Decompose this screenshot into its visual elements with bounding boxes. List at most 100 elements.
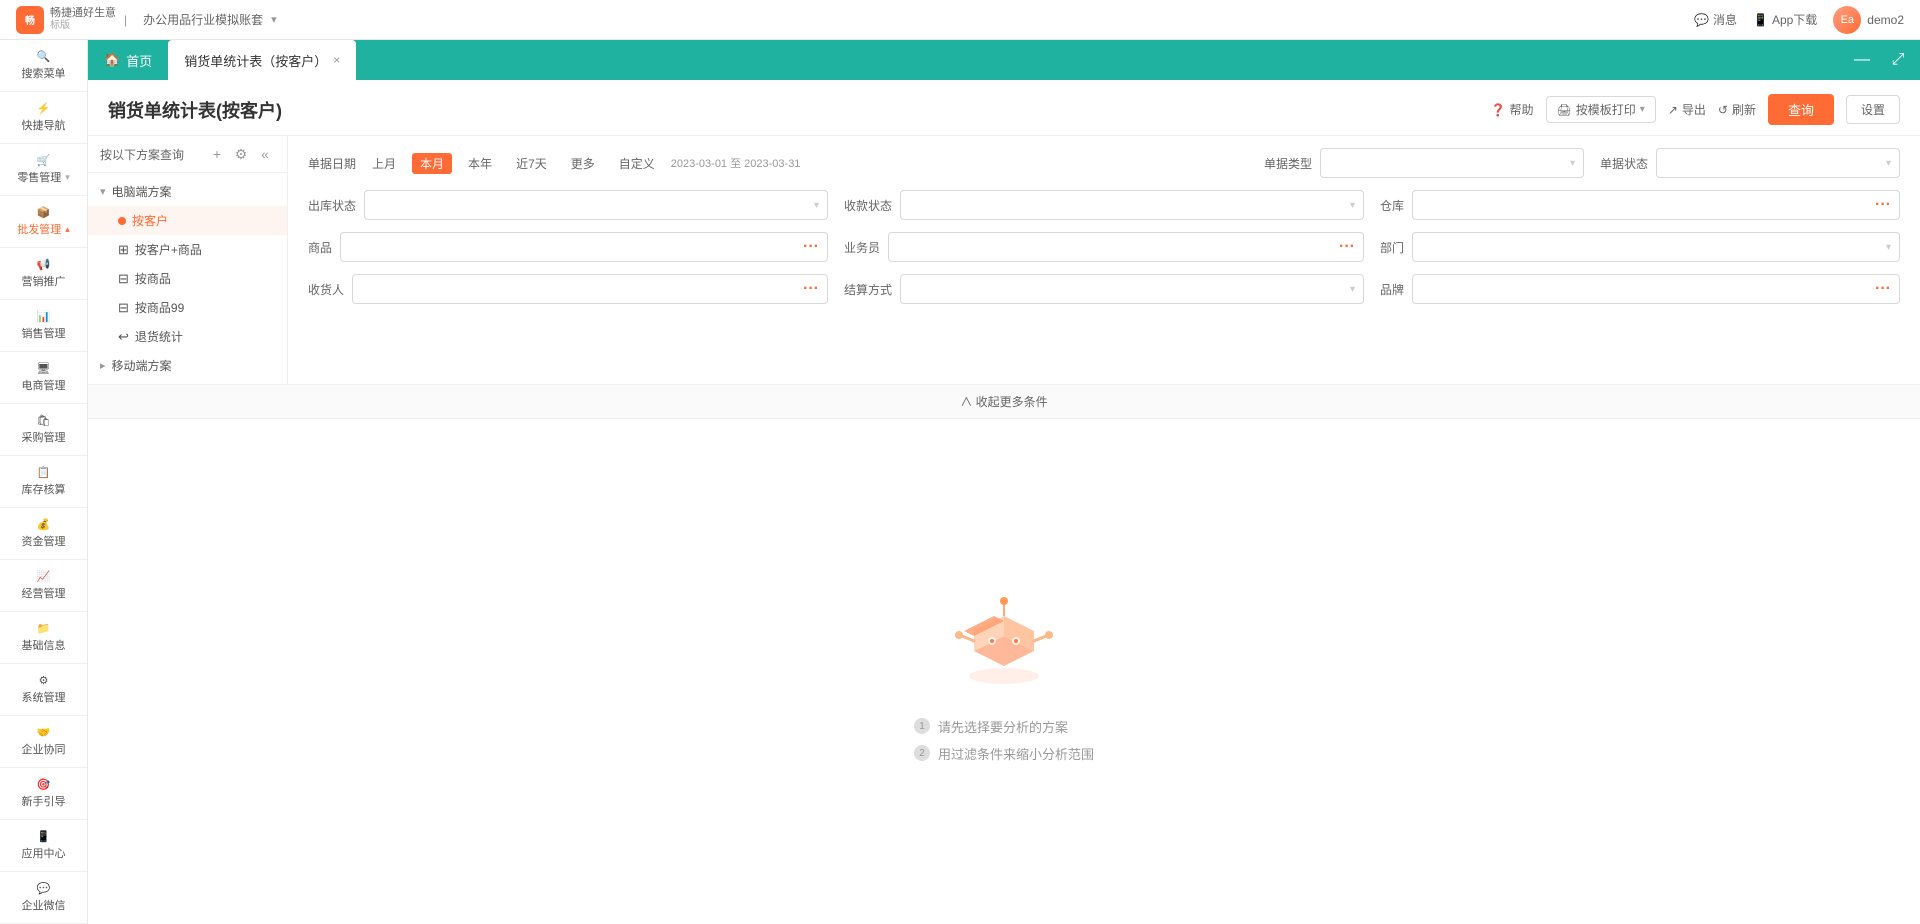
- wholesale-icon: 📦: [37, 206, 51, 219]
- sidebar-section-inventory: 📋 库存核算: [0, 456, 87, 508]
- tab-active[interactable]: 销货单统计表（按客户） ×: [168, 40, 356, 80]
- settle-dropdown-icon: ▾: [1350, 284, 1355, 295]
- sidebar-item-retail[interactable]: 🛒 零售管理▾: [0, 144, 87, 195]
- goods-select[interactable]: ···: [340, 232, 828, 262]
- scheme-item-customer-goods[interactable]: ⊞ 按客户+商品: [88, 235, 287, 264]
- sidebar-item-purchase[interactable]: 🛍 采购管理: [0, 404, 87, 455]
- date-btn-more[interactable]: 更多: [563, 153, 603, 174]
- retail-icon: 🛒: [37, 154, 51, 167]
- receiver-select[interactable]: ···: [352, 274, 828, 304]
- sidebar-item-sales[interactable]: 📊 销售管理: [0, 300, 87, 351]
- scheme-add-button[interactable]: +: [207, 144, 227, 164]
- print-icon: 🖨: [1557, 103, 1572, 117]
- date-btn-7days[interactable]: 近7天: [508, 153, 555, 174]
- customer-goods-icon: ⊞: [118, 242, 129, 258]
- sidebar-item-label: 应用中心: [22, 845, 66, 861]
- message-button[interactable]: 💬 消息: [1694, 11, 1737, 28]
- date-btn-lastmonth[interactable]: 上月: [364, 153, 404, 174]
- sidebar-item-ecommerce[interactable]: 🖥 电商管理: [0, 352, 87, 403]
- brand-input[interactable]: [1421, 282, 1871, 296]
- settle-select[interactable]: ▾: [900, 274, 1364, 304]
- help-button[interactable]: ❓ 帮助: [1491, 101, 1534, 118]
- receive-status-dropdown-icon: ▾: [1350, 200, 1355, 211]
- scheme-item-by-customer[interactable]: 按客户: [88, 206, 287, 235]
- tab-minimize-button[interactable]: —: [1848, 46, 1876, 74]
- sidebar-item-newbie[interactable]: 🎯 新手引导: [0, 768, 87, 819]
- collaboration-icon: 🤝: [37, 726, 51, 739]
- empty-icon-area: [944, 581, 1064, 701]
- sidebar-item-collaboration[interactable]: 🤝 企业协同: [0, 716, 87, 767]
- sidebar-item-finance[interactable]: 💰 资金管理: [0, 508, 87, 559]
- query-button[interactable]: 查询: [1768, 94, 1834, 125]
- scheme-item-by-goods[interactable]: ⊟ 按商品: [88, 264, 287, 293]
- receiver-input[interactable]: [361, 282, 799, 296]
- receiver-dots[interactable]: ···: [803, 280, 819, 298]
- workspace-dropdown-icon[interactable]: ▾: [271, 13, 277, 26]
- template-print-button[interactable]: 🖨 按模板打印 ▾: [1546, 96, 1656, 123]
- date-btn-custom[interactable]: 自定义: [611, 153, 663, 174]
- status-input[interactable]: [1665, 156, 1882, 170]
- status-select[interactable]: ▾: [1656, 148, 1900, 178]
- department-select[interactable]: ▾: [1412, 232, 1900, 262]
- tab-close-button[interactable]: ×: [333, 53, 340, 67]
- refresh-button[interactable]: ↺ 刷新: [1718, 101, 1756, 118]
- sidebar-item-app-center[interactable]: 📱 应用中心: [0, 820, 87, 871]
- warehouse-select[interactable]: ···: [1412, 190, 1900, 220]
- scheme-settings-button[interactable]: ⚙: [231, 144, 251, 164]
- scheme-group-mobile-header[interactable]: ▸ 移动端方案: [88, 351, 287, 380]
- warehouse-dots[interactable]: ···: [1875, 196, 1891, 214]
- goods-input[interactable]: [349, 240, 799, 254]
- finance-icon: 💰: [37, 518, 51, 531]
- sidebar-item-basic-info[interactable]: 📁 基础信息: [0, 612, 87, 663]
- sidebar-item-operations[interactable]: 📈 经营管理: [0, 560, 87, 611]
- sidebar-item-system[interactable]: ⚙ 系统管理: [0, 664, 87, 715]
- tab-home[interactable]: 🏠 首页: [88, 40, 168, 80]
- date-btn-thisyear[interactable]: 本年: [460, 153, 500, 174]
- settings-button[interactable]: 设置: [1846, 95, 1900, 124]
- sidebar-item-label: 搜索菜单: [22, 65, 66, 81]
- warehouse-input[interactable]: [1421, 198, 1871, 212]
- out-status-input[interactable]: [373, 198, 810, 212]
- export-button[interactable]: ↗ 导出: [1668, 101, 1706, 118]
- sidebar-section-marketing: 📢 营销推广: [0, 248, 87, 300]
- tab-bar: 🏠 首页 销货单统计表（按客户） × — ⤢: [88, 40, 1920, 80]
- sidebar-item-wechat[interactable]: 💬 企业微信: [0, 872, 87, 923]
- app-name: 畅捷通好生意 标版: [50, 7, 116, 32]
- sidebar-item-wholesale[interactable]: 📦 批发管理▴: [0, 196, 87, 247]
- goods99-icon: ⊟: [118, 300, 129, 316]
- settle-input[interactable]: [909, 282, 1346, 296]
- sidebar-item-marketing[interactable]: 📢 营销推广: [0, 248, 87, 299]
- ecommerce-icon: 🖥: [37, 362, 51, 375]
- filter-item-receive-status: 收款状态 ▾: [844, 190, 1364, 220]
- brand-control: ···: [1412, 274, 1900, 304]
- collapse-bar-label: ∧ 收起更多条件: [960, 395, 1047, 409]
- scheme-collapse-button[interactable]: «: [255, 144, 275, 164]
- type-select[interactable]: ▾: [1320, 148, 1584, 178]
- tab-maximize-button[interactable]: ⤢: [1884, 46, 1912, 74]
- scheme-item-label: 按商品99: [135, 299, 184, 316]
- date-btn-thismonth[interactable]: 本月: [412, 153, 452, 174]
- brand-dots[interactable]: ···: [1875, 280, 1891, 298]
- department-input[interactable]: [1421, 240, 1882, 254]
- salesperson-control: ···: [888, 232, 1364, 262]
- salesperson-select[interactable]: ···: [888, 232, 1364, 262]
- receive-status-select[interactable]: ▾: [900, 190, 1364, 220]
- collapse-bar[interactable]: ∧ 收起更多条件: [88, 385, 1920, 419]
- type-input[interactable]: [1329, 156, 1566, 170]
- scheme-group-desktop-header[interactable]: ▾ 电脑端方案: [88, 177, 287, 206]
- receive-status-input[interactable]: [909, 198, 1346, 212]
- sidebar-item-quicknav[interactable]: ⚡ 快捷导航: [0, 92, 87, 143]
- filter-row-4: 收货人 ··· 结算方式: [308, 274, 1900, 304]
- sidebar-item-label: 快捷导航: [22, 117, 66, 133]
- app-download-button[interactable]: 📱 App下载: [1753, 11, 1817, 28]
- user-profile-button[interactable]: Ea demo2: [1833, 6, 1904, 34]
- sidebar-item-inventory[interactable]: 📋 库存核算: [0, 456, 87, 507]
- sidebar-item-search[interactable]: 🔍 搜索菜单: [0, 40, 87, 91]
- salesperson-dots[interactable]: ···: [1339, 238, 1355, 256]
- salesperson-input[interactable]: [897, 240, 1335, 254]
- out-status-select[interactable]: ▾: [364, 190, 828, 220]
- goods-dots[interactable]: ···: [803, 238, 819, 256]
- scheme-item-return-stats[interactable]: ↩ 退货统计: [88, 322, 287, 351]
- brand-select[interactable]: ···: [1412, 274, 1900, 304]
- scheme-item-goods99[interactable]: ⊟ 按商品99: [88, 293, 287, 322]
